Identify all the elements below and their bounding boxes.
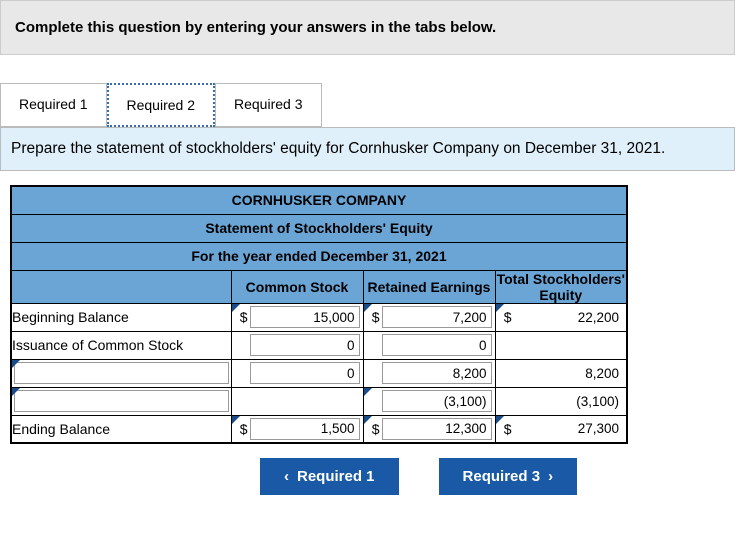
cell-common-stock: $ — [231, 303, 363, 331]
input-retained-earnings[interactable] — [382, 418, 492, 440]
input-common-stock[interactable] — [250, 418, 360, 440]
instruction-text: Complete this question by entering your … — [15, 19, 496, 36]
currency-symbol: $ — [496, 421, 514, 437]
value-total-equity — [514, 418, 624, 440]
tab-label: Required 2 — [127, 97, 196, 113]
table-row: Beginning Balance $ $ $ — [11, 303, 627, 331]
cell-retained-earnings: $ — [363, 415, 495, 443]
cell-retained-earnings — [363, 331, 495, 359]
cell-total-equity — [495, 387, 627, 415]
input-row-label[interactable] — [14, 390, 229, 412]
cell-total-equity: $ — [495, 303, 627, 331]
col-header-common-stock: Common Stock — [231, 270, 363, 303]
input-common-stock[interactable] — [250, 306, 360, 328]
row-label: Ending Balance — [11, 415, 231, 443]
input-row-label[interactable] — [14, 362, 229, 384]
instruction-bar: Complete this question by entering your … — [0, 0, 735, 55]
tab-required-1[interactable]: Required 1 — [0, 83, 107, 127]
value-total-equity — [514, 390, 624, 412]
cell-total-equity — [495, 331, 627, 359]
tab-required-3[interactable]: Required 3 — [215, 83, 322, 127]
prompt-text: Prepare the statement of stockholders' e… — [11, 140, 665, 157]
cell-common-stock — [231, 387, 363, 415]
prev-label: Required 1 — [297, 468, 375, 485]
value-total-equity — [514, 334, 624, 356]
currency-symbol: $ — [364, 421, 382, 437]
table-row — [11, 359, 627, 387]
row-label: Beginning Balance — [11, 303, 231, 331]
chevron-left-icon: ‹ — [284, 468, 289, 485]
input-retained-earnings[interactable] — [382, 362, 492, 384]
table-row — [11, 387, 627, 415]
col-header-retained-earnings: Retained Earnings — [363, 270, 495, 303]
currency-symbol: $ — [232, 421, 250, 437]
statement-period: For the year ended December 31, 2021 — [11, 242, 627, 270]
value-total-equity — [514, 306, 624, 328]
row-label-cell — [11, 359, 231, 387]
input-retained-earnings[interactable] — [382, 334, 492, 356]
table-row: Ending Balance $ $ $ — [11, 415, 627, 443]
chevron-right-icon: › — [548, 468, 553, 485]
cell-retained-earnings — [363, 359, 495, 387]
tab-required-2[interactable]: Required 2 — [107, 83, 216, 127]
statement-title: Statement of Stockholders' Equity — [11, 214, 627, 242]
cell-common-stock: $ — [231, 415, 363, 443]
input-retained-earnings[interactable] — [382, 390, 492, 412]
tab-label: Required 3 — [234, 96, 303, 112]
prompt-bar: Prepare the statement of stockholders' e… — [0, 127, 735, 171]
table-row: Issuance of Common Stock — [11, 331, 627, 359]
statement-table: CORNHUSKER COMPANY Statement of Stockhol… — [10, 185, 628, 444]
row-label-cell — [11, 387, 231, 415]
tabs-row: Required 1 Required 2 Required 3 — [0, 83, 735, 127]
cell-retained-earnings: $ — [363, 303, 495, 331]
value-total-equity — [514, 362, 624, 384]
cell-total-equity: $ — [495, 415, 627, 443]
cell-common-stock — [231, 331, 363, 359]
prev-button[interactable]: ‹ Required 1 — [260, 458, 399, 495]
cell-common-stock — [231, 359, 363, 387]
currency-symbol: $ — [364, 309, 382, 325]
col-header-total-equity: Total Stockholders' Equity — [495, 270, 627, 303]
row-label: Issuance of Common Stock — [11, 331, 231, 359]
company-name: CORNHUSKER COMPANY — [11, 186, 627, 214]
currency-symbol: $ — [232, 309, 250, 325]
cell-retained-earnings — [363, 387, 495, 415]
currency-symbol: $ — [496, 309, 514, 325]
cell-total-equity — [495, 359, 627, 387]
next-label: Required 3 — [463, 468, 541, 485]
input-retained-earnings[interactable] — [382, 306, 492, 328]
input-common-stock[interactable] — [250, 362, 360, 384]
value-common-stock — [250, 390, 360, 412]
col-header-blank — [11, 270, 231, 303]
next-button[interactable]: Required 3 › — [439, 458, 578, 495]
tab-label: Required 1 — [19, 96, 88, 112]
nav-row: ‹ Required 1 Required 3 › — [260, 458, 735, 495]
input-common-stock[interactable] — [250, 334, 360, 356]
statement-wrap: CORNHUSKER COMPANY Statement of Stockhol… — [10, 185, 735, 444]
